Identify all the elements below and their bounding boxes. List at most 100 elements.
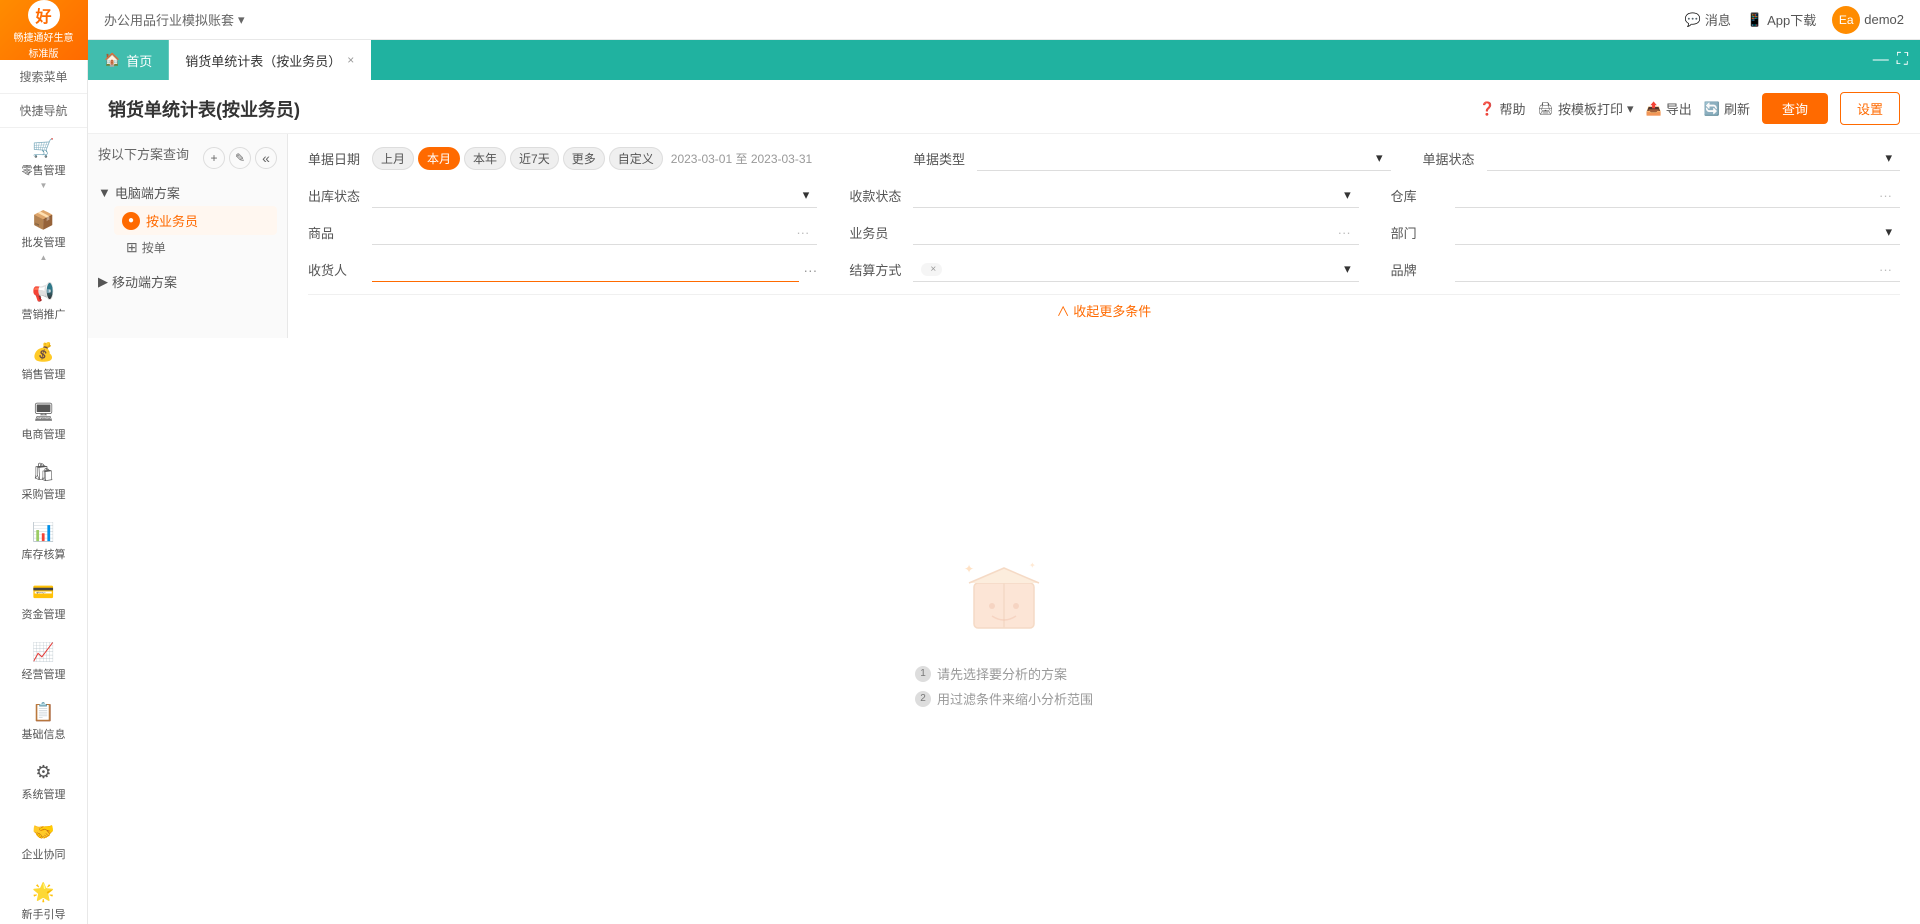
message-label: 消息 (1705, 10, 1731, 29)
app-download-button[interactable]: 📱 App下载 (1747, 10, 1816, 29)
filter-receiver: 收货人 ··· (308, 258, 817, 282)
sidebar-item-enterprise[interactable]: 🤝 企业协同 (0, 812, 87, 872)
ecommerce-icon: 🖥 (32, 402, 55, 423)
add-scheme-button[interactable]: + (203, 147, 225, 169)
page-header: 销货单统计表(按业务员) ❓ 帮助 🖨 按模板打印 ▾ 📤 导出 (88, 80, 1920, 134)
retail-icon: 🛒 (32, 138, 54, 159)
sidebar-item-wholesale[interactable]: 📦 批发管理 ▲ (0, 200, 87, 272)
filter-dept: 部门 ▾ (1391, 220, 1900, 245)
sidebar-item-newuser[interactable]: 🌟 新手引导 (0, 872, 87, 924)
refresh-button[interactable]: 🔄 刷新 (1704, 99, 1750, 118)
export-label: 导出 (1666, 99, 1692, 118)
date-btn-custom[interactable]: 自定义 (609, 147, 663, 170)
dept-select[interactable]: ▾ (1455, 220, 1900, 245)
setting-button[interactable]: 设置 (1840, 92, 1900, 125)
date-btn-more[interactable]: 更多 (563, 147, 605, 170)
tab-expand-icon[interactable]: ⛶ (1897, 51, 1908, 69)
date-btn-this-year[interactable]: 本年 (464, 147, 506, 170)
settlement-clear-icon[interactable]: × (930, 264, 936, 275)
empty-state: ✦ ✦ 1 请先选择要分析的方案 (88, 338, 1920, 924)
quick-nav[interactable]: 快捷导航 (0, 94, 87, 128)
filter-row-2: 出库状态 ▾ 收款状态 ▾ (308, 183, 1900, 208)
out-status-select[interactable]: ▾ (372, 183, 817, 208)
sidebar-item-ecommerce[interactable]: 🖥 电商管理 (0, 392, 87, 452)
query-button[interactable]: 查询 (1762, 93, 1828, 124)
tree-mobile-label[interactable]: ▶ 移动端方案 (98, 268, 277, 295)
scheme-by-order[interactable]: ⊞ 按单 (126, 235, 277, 260)
warehouse-select[interactable]: ··· (1455, 184, 1900, 208)
sidebar-item-finance[interactable]: 💳 资金管理 (0, 572, 87, 632)
filter-row-4: 收货人 ··· 结算方式 × ▾ (308, 257, 1900, 282)
goods-label: 商品 (308, 223, 364, 242)
help-icon: ❓ (1479, 101, 1495, 117)
sidebar-item-sales[interactable]: 💰 销售管理 (0, 332, 87, 392)
page-title: 销货单统计表(按业务员) (108, 96, 300, 122)
sidebar-item-purchase[interactable]: 🛍 采购管理 (0, 452, 87, 512)
doc-type-select[interactable]: ▾ (977, 146, 1391, 171)
scheme-by-salesman[interactable]: ● 按业务员 (114, 206, 277, 235)
filter-row-3: 商品 ··· 业务员 ··· (308, 220, 1900, 245)
tabbar: 🏠 首页 销货单统计表（按业务员） × — ⛶ (88, 40, 1920, 80)
sidebar-item-operation[interactable]: 📈 经营管理 (0, 632, 87, 692)
filter-goods: 商品 ··· (308, 221, 817, 245)
date-btn-this-month[interactable]: 本月 (418, 147, 460, 170)
goods-select[interactable]: ··· (372, 221, 817, 245)
doc-type-label: 单据类型 (913, 149, 969, 168)
system-icon: ⚙ (35, 762, 51, 783)
page: 销货单统计表(按业务员) ❓ 帮助 🖨 按模板打印 ▾ 📤 导出 (88, 80, 1920, 924)
left-panel-title: 按以下方案查询 (98, 144, 189, 163)
sidebar-item-system[interactable]: ⚙ 系统管理 (0, 752, 87, 812)
pay-status-select[interactable]: ▾ (913, 183, 1358, 208)
tab-home[interactable]: 🏠 首页 (88, 40, 169, 80)
salesman-select[interactable]: ··· (913, 221, 1358, 245)
sidebar-nav: 🛒 零售管理 ▼ 📦 批发管理 ▲ 📢 营销推广 💰 销售管理 🖥 电商管理 🛍… (0, 128, 87, 924)
quick-nav-label: 快捷导航 (0, 102, 87, 119)
tab-close-icon[interactable]: × (347, 53, 354, 67)
tab-sales-stat[interactable]: 销货单统计表（按业务员） × (169, 40, 371, 80)
date-label: 单据日期 (308, 149, 364, 168)
tree-desktop-label[interactable]: ▼ 电脑端方案 (98, 179, 277, 206)
user-name: demo2 (1864, 12, 1904, 27)
search-menu[interactable]: 搜索菜单 (0, 60, 87, 94)
doc-status-chevron: ▾ (1885, 150, 1892, 166)
print-button[interactable]: 🖨 按模板打印 ▾ (1538, 99, 1634, 118)
date-btn-last-month[interactable]: 上月 (372, 147, 414, 170)
out-status-label: 出库状态 (308, 186, 364, 205)
filter-out-status: 出库状态 ▾ (308, 183, 817, 208)
home-icon: 🏠 (104, 52, 120, 68)
receiver-input[interactable] (372, 258, 799, 282)
help-button[interactable]: ❓ 帮助 (1479, 99, 1525, 118)
receiver-dots[interactable]: ··· (803, 262, 817, 278)
basic-icon: 📋 (32, 702, 54, 723)
brand-select[interactable]: ··· (1455, 258, 1900, 282)
breadcrumb-dropdown[interactable]: 办公用品行业模拟账套 ▾ (104, 10, 245, 29)
page-actions: ❓ 帮助 🖨 按模板打印 ▾ 📤 导出 🔄 刷新 (1479, 92, 1900, 125)
edit-scheme-button[interactable]: ✎ (229, 147, 251, 169)
settlement-select[interactable]: × ▾ (913, 257, 1358, 282)
filter-settlement: 结算方式 × ▾ (849, 257, 1358, 282)
sidebar-item-basic[interactable]: 📋 基础信息 (0, 692, 87, 752)
sidebar-item-marketing[interactable]: 📢 营销推广 (0, 272, 87, 332)
phone-icon: 📱 (1747, 12, 1763, 28)
content-area: 销货单统计表(按业务员) ❓ 帮助 🖨 按模板打印 ▾ 📤 导出 (88, 80, 1920, 924)
sub-icon: ⊞ (126, 239, 138, 256)
doc-status-select[interactable]: ▾ (1487, 146, 1901, 171)
salesman-dots: ··· (1338, 225, 1351, 240)
sidebar-item-retail[interactable]: 🛒 零售管理 ▼ (0, 128, 87, 200)
sidebar-item-inventory[interactable]: 📊 库存核算 (0, 512, 87, 572)
tab-home-label: 首页 (126, 51, 152, 70)
topbar-right: 💬 消息 📱 App下载 Ea demo2 (1685, 6, 1904, 34)
message-button[interactable]: 💬 消息 (1685, 10, 1731, 29)
date-btn-last-7days[interactable]: 近7天 (510, 147, 559, 170)
collapse-panel-button[interactable]: « (255, 147, 277, 169)
user-menu[interactable]: Ea demo2 (1832, 6, 1904, 34)
filter-date: 单据日期 上月 本月 本年 近7天 更多 自定义 2023-03-01 至 20… (308, 147, 881, 170)
export-button[interactable]: 📤 导出 (1646, 99, 1692, 118)
search-menu-label[interactable]: 搜索菜单 (0, 68, 87, 85)
collapse-filters-button[interactable]: ∧ 收起更多条件 (308, 294, 1900, 326)
finance-icon: 💳 (32, 582, 54, 603)
tab-minimize-icon[interactable]: — (1873, 51, 1889, 69)
wholesale-icon: 📦 (32, 210, 54, 231)
refresh-label: 刷新 (1724, 99, 1750, 118)
tree-desktop: ▼ 电脑端方案 ● 按业务员 ⊞ 按单 (98, 179, 277, 260)
